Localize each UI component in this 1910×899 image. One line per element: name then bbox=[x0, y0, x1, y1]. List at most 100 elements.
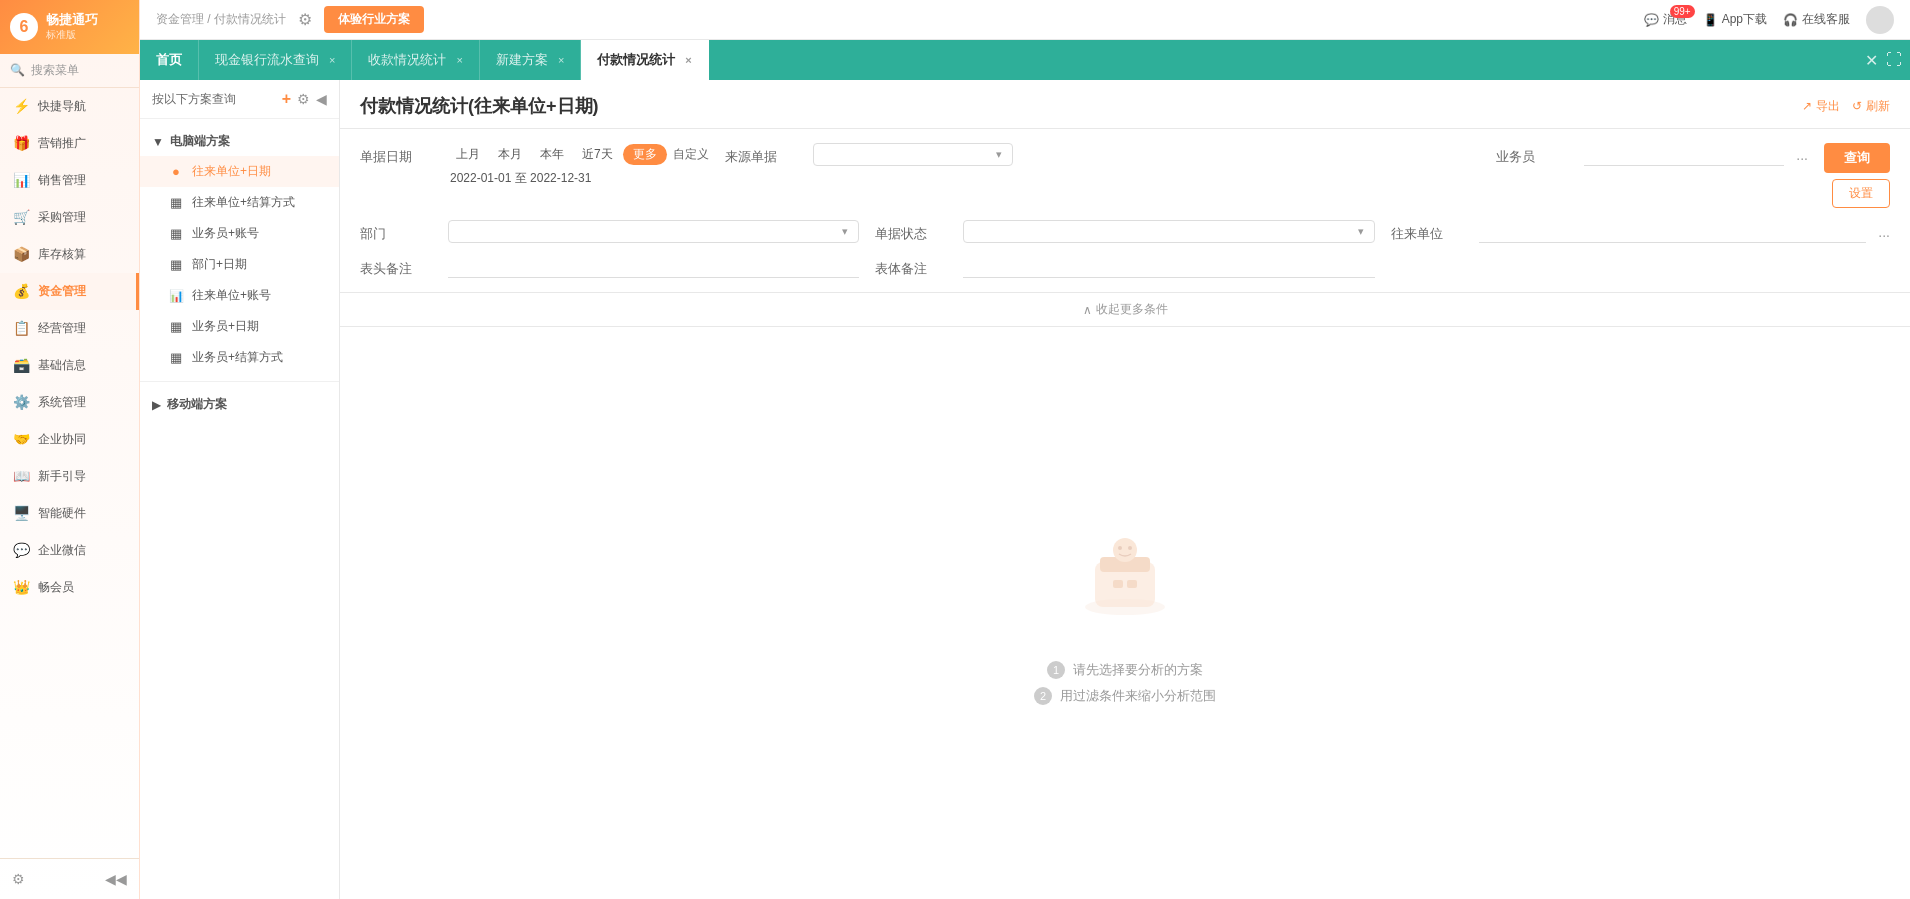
sidebar-item-marketing[interactable]: 🎁 营销推广 bbox=[0, 125, 139, 162]
right-panel: 付款情况统计(往来单位+日期) ↗ 导出 ↺ 刷新 bbox=[340, 80, 1910, 899]
date-label: 单据日期 bbox=[360, 143, 440, 166]
sidebar-item-system[interactable]: ⚙️ 系统管理 bbox=[0, 384, 139, 421]
sidebar-item-hardware[interactable]: 🖥️ 智能硬件 bbox=[0, 495, 139, 532]
sidebar-item-guide[interactable]: 📖 新手引导 bbox=[0, 458, 139, 495]
mobile-section-header[interactable]: ▶ 移动端方案 bbox=[140, 390, 339, 419]
message-action[interactable]: 💬 消息 99+ bbox=[1644, 11, 1687, 28]
source-arrow-icon: ▾ bbox=[996, 148, 1002, 161]
sidebar-header: 6 畅捷通巧 标准版 bbox=[0, 0, 139, 54]
status-label: 单据状态 bbox=[875, 220, 955, 243]
date-this-year[interactable]: 本年 bbox=[532, 143, 572, 166]
unit-date-icon: ● bbox=[168, 164, 184, 179]
plan-settings-btn[interactable]: ⚙ bbox=[297, 91, 310, 107]
unit-ellipsis-btn[interactable]: ... bbox=[1878, 224, 1890, 240]
tree-item-staff-settle[interactable]: ▦ 业务员+结算方式 bbox=[140, 342, 339, 373]
sidebar-item-wechat[interactable]: 💬 企业微信 bbox=[0, 532, 139, 569]
sidebar-item-member[interactable]: 👑 畅会员 bbox=[0, 569, 139, 606]
sidebar-item-operations[interactable]: 📋 经营管理 bbox=[0, 310, 139, 347]
add-plan-btn[interactable]: + bbox=[282, 90, 291, 108]
customer-service-action[interactable]: 🎧 在线客服 bbox=[1783, 11, 1850, 28]
date-more[interactable]: 更多 bbox=[623, 144, 667, 165]
body-note-label: 表体备注 bbox=[875, 255, 955, 278]
tree-item-unit-account[interactable]: 📊 往来单位+账号 bbox=[140, 280, 339, 311]
svg-point-4 bbox=[1118, 546, 1122, 550]
message-icon: 💬 bbox=[1644, 13, 1659, 27]
source-select[interactable]: ▾ bbox=[813, 143, 1013, 166]
breadcrumb: 资金管理 / 付款情况统计 bbox=[156, 11, 286, 28]
sidebar-item-purchase[interactable]: 🛒 采购管理 bbox=[0, 199, 139, 236]
tree-item-staff-account[interactable]: ▦ 业务员+账号 bbox=[140, 218, 339, 249]
desktop-section-arrow: ▼ bbox=[152, 135, 164, 149]
tab-receipt-close[interactable]: × bbox=[456, 54, 462, 66]
empty-illustration bbox=[1065, 522, 1185, 641]
app-download-action[interactable]: 📱 App下载 bbox=[1703, 11, 1767, 28]
tab-new-plan[interactable]: 新建方案 × bbox=[480, 40, 581, 80]
header-note-input[interactable] bbox=[448, 255, 859, 278]
hint2-num: 2 bbox=[1034, 687, 1052, 705]
unit-settle-icon: ▦ bbox=[168, 195, 184, 210]
trial-btn[interactable]: 体验行业方案 bbox=[324, 6, 424, 33]
svg-rect-6 bbox=[1113, 580, 1123, 588]
purchase-icon: 🛒 bbox=[12, 209, 30, 225]
date-prev-month[interactable]: 上月 bbox=[448, 143, 488, 166]
tab-bank-flow-close[interactable]: × bbox=[329, 54, 335, 66]
filter-settings-btn[interactable]: 设置 bbox=[1832, 179, 1890, 208]
sidebar-item-finance[interactable]: 💰 资金管理 bbox=[0, 273, 139, 310]
collapse-conditions-btn[interactable]: ∧ 收起更多条件 bbox=[1083, 301, 1168, 318]
tree-item-unit-settle[interactable]: ▦ 往来单位+结算方式 bbox=[140, 187, 339, 218]
tab-bank-flow[interactable]: 现金银行流水查询 × bbox=[199, 40, 352, 80]
staff-input[interactable] bbox=[1584, 143, 1784, 166]
hardware-icon: 🖥️ bbox=[12, 505, 30, 521]
unit-input[interactable] bbox=[1479, 220, 1867, 243]
tab-close-btn[interactable]: ✕ bbox=[1865, 51, 1878, 70]
header-note-label: 表头备注 bbox=[360, 255, 440, 278]
app-icon: 📱 bbox=[1703, 13, 1718, 27]
sidebar-item-quick-nav[interactable]: ⚡ 快捷导航 bbox=[0, 88, 139, 125]
body-note-input[interactable] bbox=[963, 255, 1374, 278]
page-actions: ↗ 导出 ↺ 刷新 bbox=[1802, 98, 1890, 115]
tab-payment-stats[interactable]: 付款情况统计 × bbox=[581, 40, 708, 80]
sidebar-search[interactable]: 🔍 搜索菜单 bbox=[0, 54, 139, 88]
staff-date-icon: ▦ bbox=[168, 319, 184, 334]
tab-new-plan-close[interactable]: × bbox=[558, 54, 564, 66]
sidebar-item-inventory[interactable]: 📦 库存核算 bbox=[0, 236, 139, 273]
status-select[interactable]: ▾ bbox=[963, 220, 1374, 243]
tab-maximize-btn[interactable]: ⛶ bbox=[1886, 51, 1902, 69]
date-last7[interactable]: 近7天 bbox=[574, 143, 621, 166]
footer-settings-icon[interactable]: ⚙ bbox=[8, 867, 29, 891]
hint1-num: 1 bbox=[1047, 661, 1065, 679]
staff-account-icon: ▦ bbox=[168, 226, 184, 241]
main-area: 资金管理 / 付款情况统计 ⚙ 体验行业方案 💬 消息 99+ 📱 App下载 … bbox=[140, 0, 1910, 899]
refresh-btn[interactable]: ↺ 刷新 bbox=[1852, 98, 1890, 115]
logo-icon: 6 bbox=[10, 13, 38, 41]
tree-item-staff-date[interactable]: ▦ 业务员+日期 bbox=[140, 311, 339, 342]
desktop-section-header[interactable]: ▼ 电脑端方案 bbox=[140, 127, 339, 156]
date-this-month[interactable]: 本月 bbox=[490, 143, 530, 166]
panel-collapse-btn[interactable]: ◀ bbox=[316, 91, 327, 107]
tree-item-unit-date[interactable]: ● 往来单位+日期 bbox=[140, 156, 339, 187]
empty-state: 1 请先选择要分析的方案 2 用过滤条件来缩小分析范围 bbox=[340, 327, 1910, 899]
empty-hint-2: 2 用过滤条件来缩小分析范围 bbox=[1034, 687, 1216, 705]
dept-select[interactable]: ▾ bbox=[448, 220, 859, 243]
footer-collapse-icon[interactable]: ◀◀ bbox=[101, 867, 131, 891]
tab-home[interactable]: 首页 bbox=[140, 40, 199, 80]
tree-item-dept-date[interactable]: ▦ 部门+日期 bbox=[140, 249, 339, 280]
sidebar-item-sales[interactable]: 📊 销售管理 bbox=[0, 162, 139, 199]
avatar[interactable] bbox=[1866, 6, 1894, 34]
top-bar-right: 💬 消息 99+ 📱 App下载 🎧 在线客服 bbox=[1644, 6, 1894, 34]
page-header: 付款情况统计(往来单位+日期) ↗ 导出 ↺ 刷新 bbox=[340, 80, 1910, 129]
sidebar-item-enterprise[interactable]: 🤝 企业协同 bbox=[0, 421, 139, 458]
finance-icon: 💰 bbox=[12, 283, 30, 299]
sidebar-item-basics[interactable]: 🗃️ 基础信息 bbox=[0, 347, 139, 384]
topbar-settings-icon[interactable]: ⚙ bbox=[298, 10, 312, 29]
export-btn[interactable]: ↗ 导出 bbox=[1802, 98, 1840, 115]
left-panel: 按以下方案查询 + ⚙ ◀ ▼ 电脑端方案 ● 往来单位+日期 bbox=[140, 80, 340, 899]
tab-receipt-stats[interactable]: 收款情况统计 × bbox=[352, 40, 479, 80]
enterprise-icon: 🤝 bbox=[12, 431, 30, 447]
query-btn[interactable]: 查询 bbox=[1824, 143, 1890, 173]
tab-spacer bbox=[709, 40, 1857, 80]
tab-payment-close[interactable]: × bbox=[685, 54, 691, 66]
staff-ellipsis-btn[interactable]: ... bbox=[1796, 147, 1808, 163]
tab-controls: ✕ ⛶ bbox=[1857, 40, 1910, 80]
dept-date-icon: ▦ bbox=[168, 257, 184, 272]
